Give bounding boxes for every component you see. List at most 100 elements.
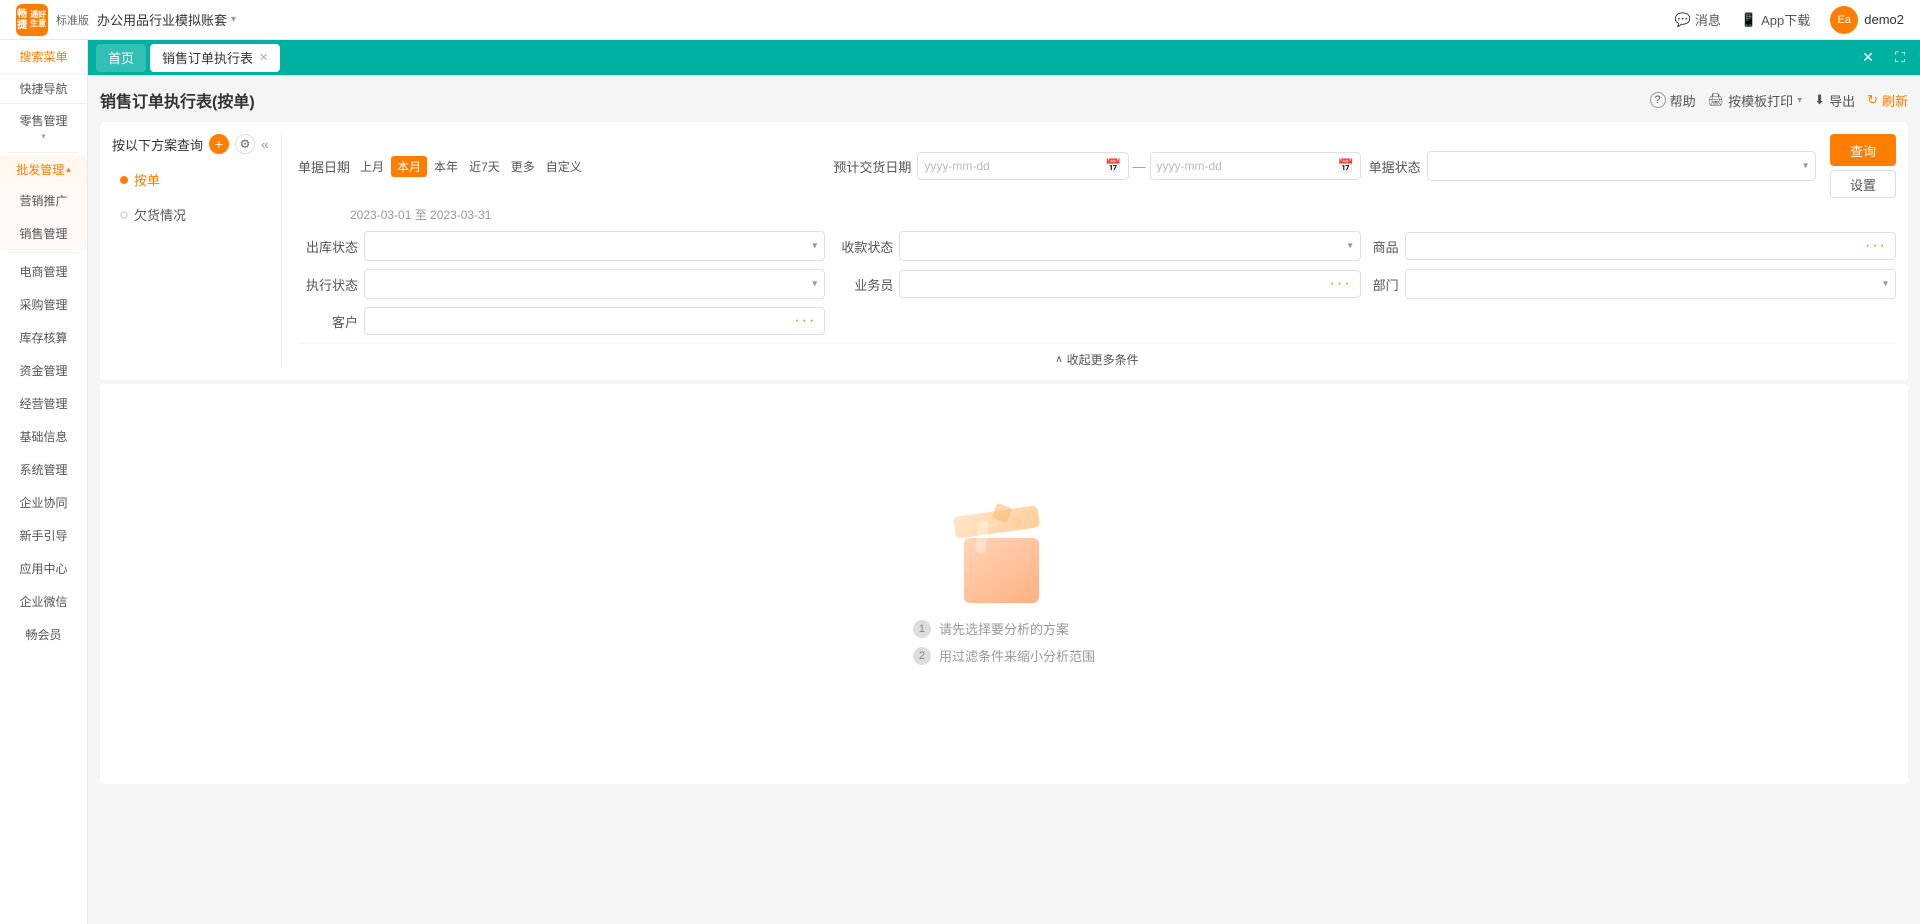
solution-item-by-arrears[interactable]: 欠货情况 [112, 199, 273, 230]
product-label: 商品 [1369, 237, 1399, 256]
top-bar-left: 畅捷 通好生意 标准版 办公用品行业模拟账套 ▾ [16, 4, 236, 36]
sidebar-item-basic[interactable]: 基础信息 [0, 420, 87, 453]
date-btn-current-year[interactable]: 本年 [430, 156, 462, 177]
sidebar-item-system[interactable]: 系统管理 [0, 453, 87, 486]
delivery-label: 出库状态 [298, 237, 358, 256]
filter-form: 单据日期 上月 本月 本年 近7天 更多 自定义 [282, 134, 1896, 368]
filter-row-4: 客户 ··· [298, 307, 1896, 335]
customer-input-wrap: ··· [364, 307, 825, 335]
filter-field-salesperson: 业务员 ··· [833, 270, 1360, 298]
avatar: Ea [1830, 6, 1858, 34]
tab-close-icon[interactable]: ✕ [259, 51, 268, 64]
industry-selector[interactable]: 办公用品行业模拟账套 ▾ [97, 10, 236, 29]
tab-maximize-button[interactable]: ⛶ [1888, 46, 1912, 70]
newbie-label: 新手引导 [19, 527, 67, 544]
sidebar-item-operation[interactable]: 经营管理 [0, 387, 87, 420]
add-solution-button[interactable]: + [209, 134, 229, 154]
delivery-select[interactable] [364, 231, 825, 261]
page-title: 销售订单执行表(按单) [100, 88, 255, 112]
receipt-select[interactable] [899, 231, 1360, 261]
tab-sales-exec[interactable]: 销售订单执行表 ✕ [150, 44, 280, 72]
filter-field-product: 商品 ··· [1369, 232, 1896, 260]
date-range-display: 2023-03-01 至 2023-03-31 [350, 206, 491, 223]
purchase-label: 采购管理 [19, 296, 67, 313]
date-btn-custom[interactable]: 自定义 [542, 156, 586, 177]
sidebar-item-wholesale[interactable]: 批发管理 ▴ [0, 155, 87, 184]
expected-date-label: 预计交货日期 [833, 157, 911, 176]
sidebar-item-retail[interactable]: 零售管理 ▾ [0, 104, 87, 150]
empty-hint-1: 1 请先选择要分析的方案 [913, 619, 1095, 638]
template-print-button[interactable]: 🖨 按模板打印 ▾ [1708, 91, 1803, 110]
sidebar-item-enterprise-wechat[interactable]: 企业微信 [0, 585, 87, 618]
logo-text: 畅捷 [16, 9, 28, 31]
inventory-label: 库存核算 [19, 329, 67, 346]
sidebar-item-ecommerce[interactable]: 电商管理 [0, 255, 87, 288]
help-button[interactable]: ? 帮助 [1650, 91, 1696, 110]
exec-status-select[interactable] [364, 269, 825, 299]
sidebar-item-inventory[interactable]: 库存核算 [0, 321, 87, 354]
solution-panel-header: 按以下方案查询 + ⚙ « [112, 134, 273, 154]
export-button[interactable]: ⬇ 导出 [1814, 91, 1855, 110]
status-select[interactable] [1427, 151, 1816, 181]
product-dots-button[interactable]: ··· [1865, 237, 1887, 255]
sales-label: 销售管理 [19, 225, 67, 242]
solution-item-by-order[interactable]: 按单 [112, 164, 273, 195]
industry-title: 办公用品行业模拟账套 [97, 10, 227, 29]
quick-nav-label[interactable]: 快捷导航 [19, 82, 67, 96]
tab-home[interactable]: 首页 [96, 44, 146, 72]
calendar-icon2: 📅 [1337, 158, 1353, 174]
date-btn-more[interactable]: 更多 [507, 156, 539, 177]
department-select[interactable] [1405, 269, 1896, 299]
date-range-display-row: 2023-03-01 至 2023-03-31 [298, 206, 1896, 223]
page-header: 销售订单执行表(按单) ? 帮助 🖨 按模板打印 ▾ ⬇ 导出 [100, 88, 1908, 112]
date-btn-current-month[interactable]: 本月 [391, 156, 427, 177]
sidebar-item-sales[interactable]: 销售管理 [0, 217, 87, 250]
date-label: 单据日期 [298, 157, 350, 176]
receipt-select-wrap: ▾ [899, 231, 1360, 261]
setting-button[interactable]: 设置 [1830, 170, 1896, 198]
empty-illustration [944, 503, 1064, 603]
status-select-wrap: ▾ [1427, 151, 1816, 181]
settings-solution-button[interactable]: ⚙ [235, 134, 255, 154]
finance-label: 资金管理 [19, 362, 67, 379]
filter-field-exec-status: 执行状态 ▾ [298, 269, 825, 299]
solution-title: 按以下方案查询 [112, 135, 203, 154]
sidebar-item-member[interactable]: 畅会员 [0, 618, 87, 651]
refresh-button[interactable]: ↻ 刷新 [1867, 91, 1908, 110]
user-area[interactable]: Ea demo2 [1830, 6, 1904, 34]
system-label: 系统管理 [19, 461, 67, 478]
expected-date-to-input[interactable]: yyyy-mm-dd 📅 [1150, 152, 1361, 180]
customer-dots-button[interactable]: ··· [794, 312, 816, 330]
date-btn-7days[interactable]: 近7天 [465, 156, 504, 177]
hint-number-1: 1 [913, 620, 931, 638]
tab-sales-exec-label: 销售订单执行表 [162, 48, 253, 67]
sidebar-item-marketing[interactable]: 营销推广 [0, 184, 87, 217]
sidebar-item-purchase[interactable]: 采购管理 [0, 288, 87, 321]
expected-date-from-input[interactable]: yyyy-mm-dd 📅 [917, 152, 1128, 180]
collapse-panel-button[interactable]: « [261, 136, 269, 152]
sidebar-item-appcenter[interactable]: 应用中心 [0, 552, 87, 585]
tab-close-window-button[interactable]: ✕ [1856, 46, 1880, 70]
filter-card: 按以下方案查询 + ⚙ « 按单 欠货情况 [100, 122, 1908, 380]
app-download-button[interactable]: 📱 App下载 [1741, 10, 1810, 29]
date-btn-last-month[interactable]: 上月 [356, 156, 388, 177]
sidebar-search[interactable]: 搜索菜单 [0, 40, 87, 74]
collapse-more-button[interactable]: ∧ 收起更多条件 [1055, 351, 1138, 368]
sidebar-sub-group: 营销推广 销售管理 [0, 184, 87, 250]
date-range-divider: — [1133, 159, 1146, 174]
message-button[interactable]: 💬 消息 [1675, 10, 1721, 29]
salesperson-dots-button[interactable]: ··· [1330, 275, 1352, 293]
query-button[interactable]: 查询 [1830, 134, 1896, 166]
cooperation-label: 企业协同 [19, 494, 67, 511]
sidebar-item-cooperation[interactable]: 企业协同 [0, 486, 87, 519]
search-menu-label[interactable]: 搜索菜单 [19, 50, 67, 64]
sidebar-item-newbie[interactable]: 新手引导 [0, 519, 87, 552]
sidebar-item-finance[interactable]: 资金管理 [0, 354, 87, 387]
ecommerce-label: 电商管理 [19, 263, 67, 280]
empty-state: 1 请先选择要分析的方案 2 用过滤条件来缩小分析范围 [100, 384, 1908, 784]
sidebar-nav[interactable]: 快捷导航 [0, 74, 87, 104]
help-icon: ? [1650, 92, 1666, 108]
sidebar-separator2 [8, 252, 79, 253]
customer-label: 客户 [298, 312, 358, 331]
department-select-wrap: ▾ [1405, 269, 1896, 299]
